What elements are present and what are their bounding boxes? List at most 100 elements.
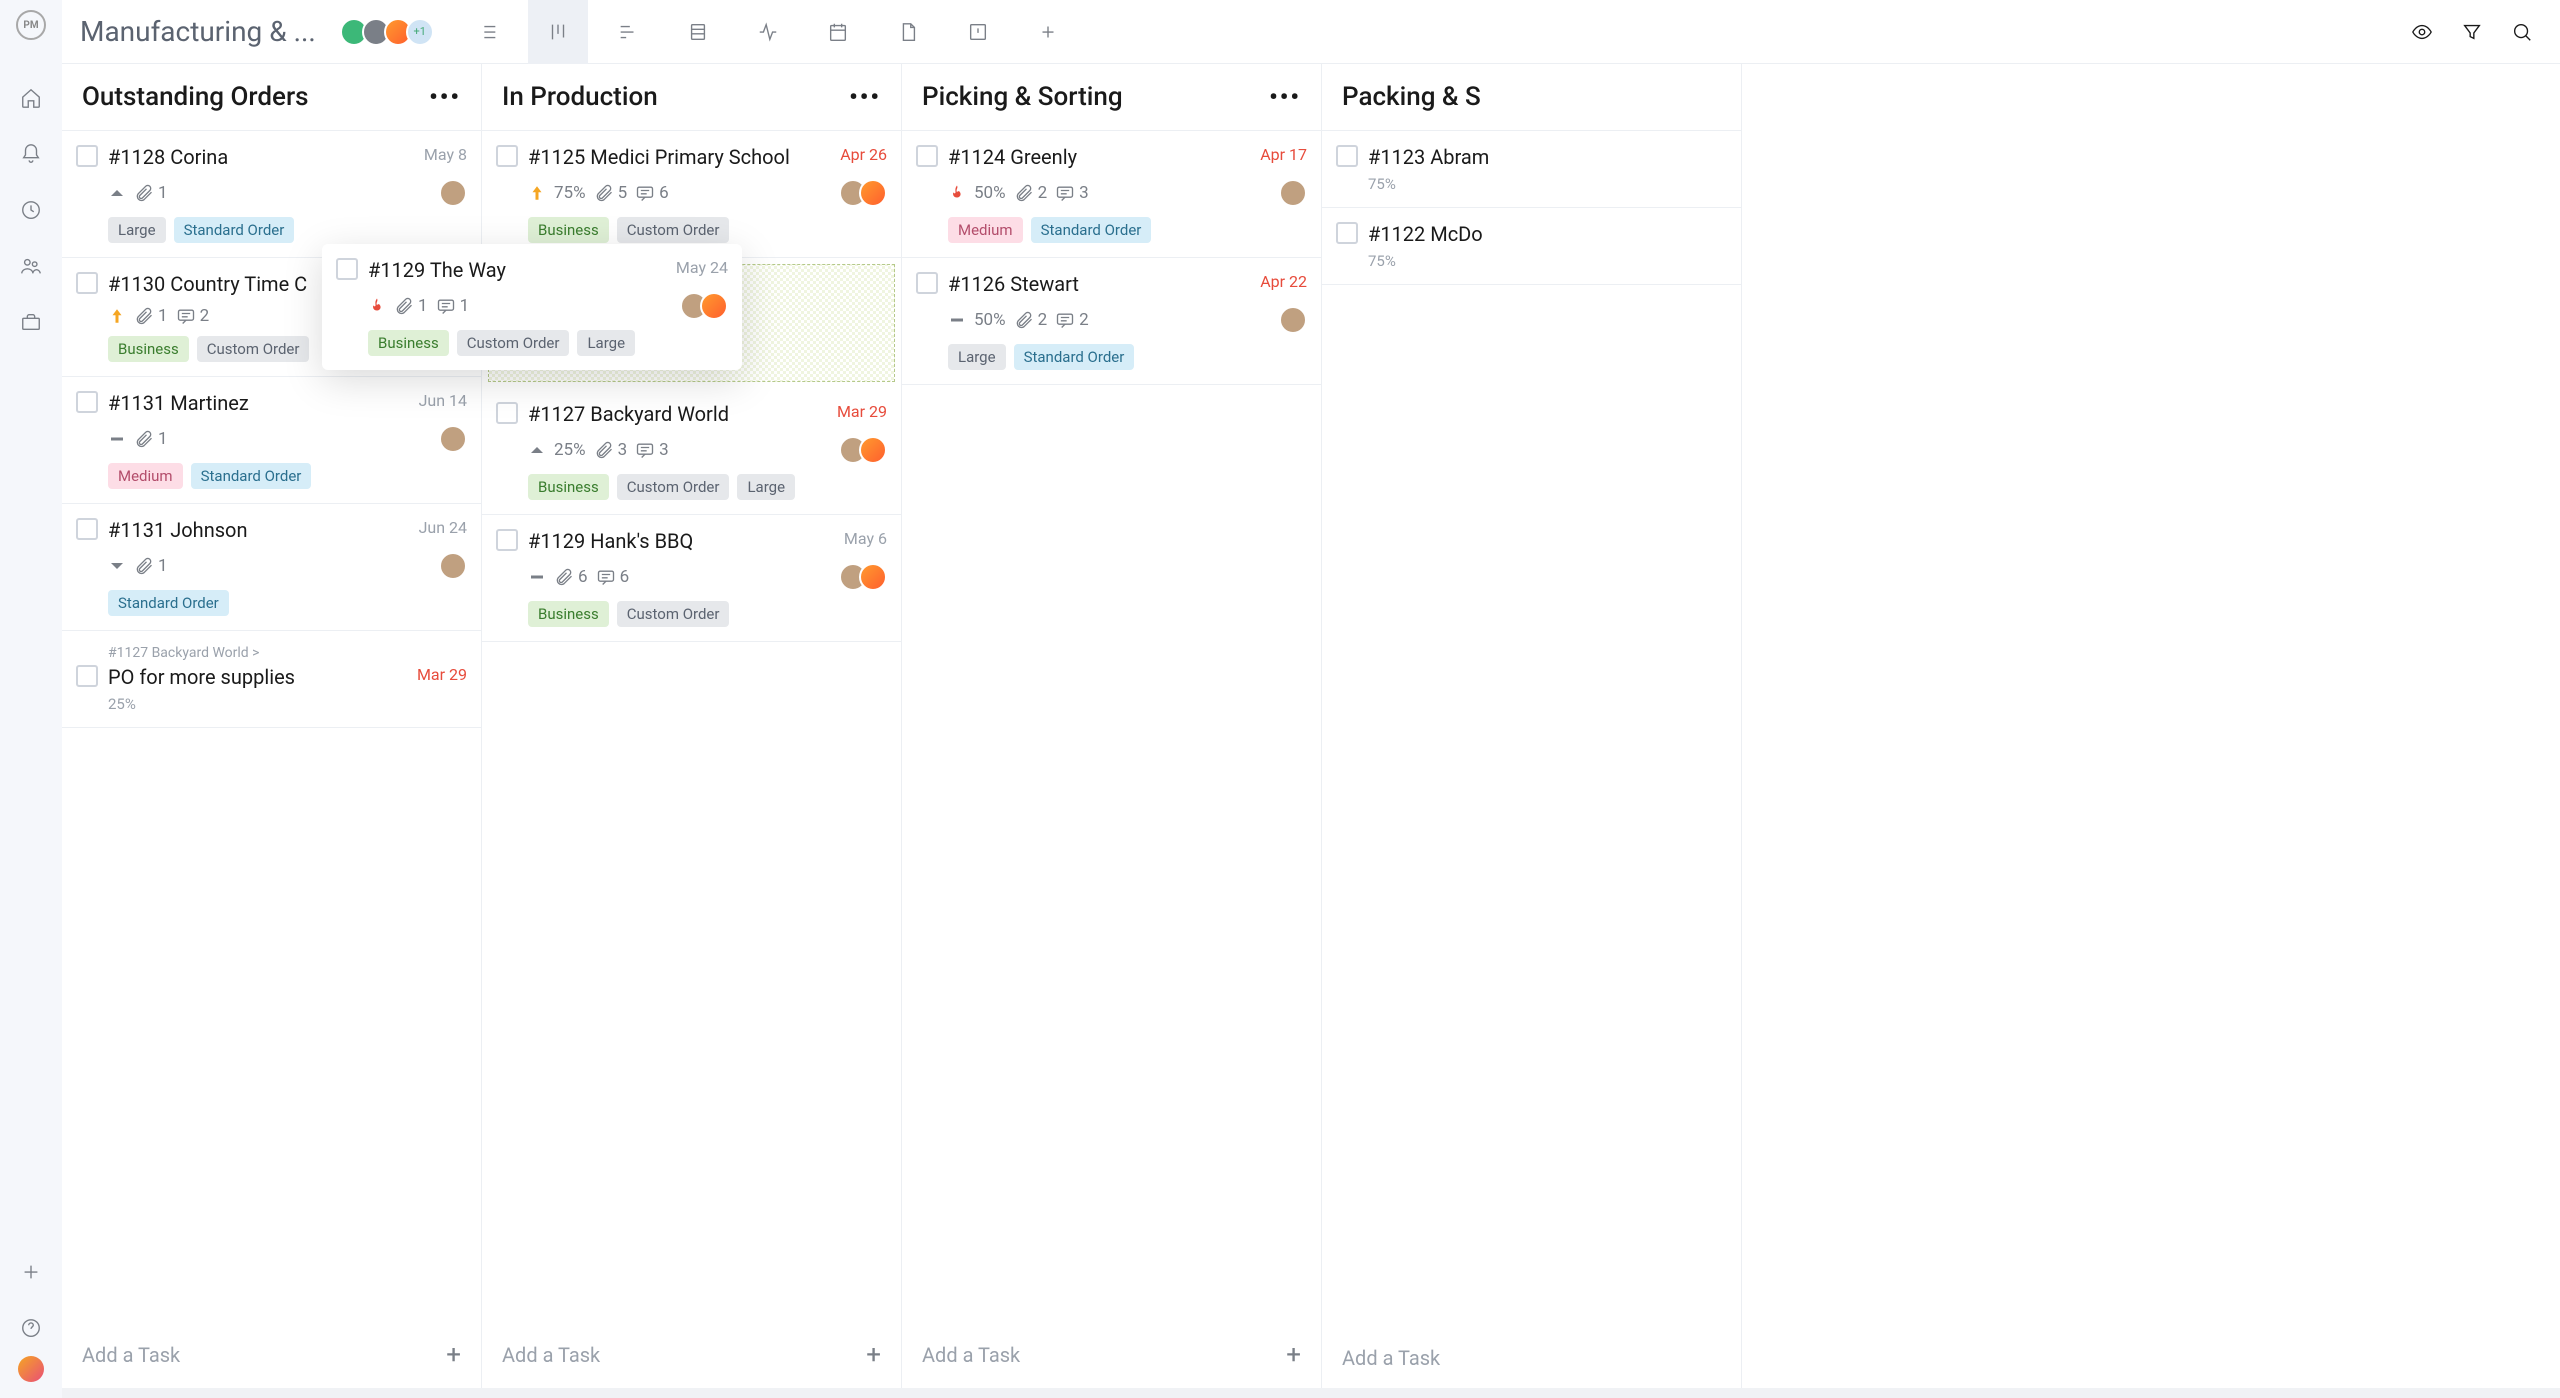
tag[interactable]: Standard Order <box>191 463 312 489</box>
tag[interactable]: Standard Order <box>108 590 229 616</box>
view-calendar-icon[interactable] <box>808 0 868 64</box>
task-card[interactable]: #1124 GreenlyApr 1750%23MediumStandard O… <box>902 131 1321 258</box>
tag[interactable]: Standard Order <box>1014 344 1135 370</box>
task-card[interactable]: #1131 MartinezJun 141MediumStandard Orde… <box>62 377 481 504</box>
task-checkbox[interactable] <box>916 145 938 167</box>
comment-count[interactable]: 2 <box>176 306 210 326</box>
task-checkbox[interactable] <box>336 258 358 280</box>
attachment-count[interactable]: 1 <box>134 556 168 576</box>
task-assignees[interactable] <box>839 436 887 464</box>
visibility-icon[interactable] <box>2402 12 2442 52</box>
add-task-button[interactable]: Add a Task+ <box>902 1322 1321 1388</box>
people-icon[interactable] <box>19 254 43 278</box>
task-card[interactable]: #1123 Abram75% <box>1322 131 1741 208</box>
task-checkbox[interactable] <box>76 145 98 167</box>
attachment-count[interactable]: 1 <box>134 429 168 449</box>
dragging-task-card[interactable]: #1129 The WayMay 2411BusinessCustom Orde… <box>322 244 742 370</box>
comment-count[interactable]: 3 <box>635 440 669 460</box>
tag[interactable]: Custom Order <box>617 474 730 500</box>
task-card[interactable]: #1125 Medici Primary SchoolApr 2675%56Bu… <box>482 131 901 258</box>
attachment-count[interactable]: 1 <box>134 183 168 203</box>
task-checkbox[interactable] <box>916 272 938 294</box>
task-card[interactable]: #1129 Hank's BBQMay 666BusinessCustom Or… <box>482 515 901 642</box>
parent-task-link[interactable]: #1127 Backyard World > <box>108 645 467 661</box>
task-assignees[interactable] <box>439 552 467 580</box>
column-menu-icon[interactable]: ••• <box>429 83 461 111</box>
tag[interactable]: Large <box>948 344 1006 370</box>
bell-icon[interactable] <box>19 142 43 166</box>
task-assignees[interactable] <box>680 292 728 320</box>
attachment-count[interactable]: 2 <box>1014 310 1048 330</box>
task-card[interactable]: #1127 Backyard World >PO for more suppli… <box>62 631 481 728</box>
add-view-icon[interactable] <box>1018 0 1078 64</box>
task-card[interactable]: #1131 JohnsonJun 241Standard Order <box>62 504 481 631</box>
task-assignees[interactable] <box>439 425 467 453</box>
task-checkbox[interactable] <box>76 518 98 540</box>
clock-icon[interactable] <box>19 198 43 222</box>
task-checkbox[interactable] <box>496 402 518 424</box>
tag[interactable]: Custom Order <box>617 601 730 627</box>
comment-count[interactable]: 6 <box>596 567 630 587</box>
attachment-count[interactable]: 1 <box>134 306 168 326</box>
tag[interactable]: Medium <box>948 217 1023 243</box>
tag[interactable]: Large <box>108 217 166 243</box>
attachment-count[interactable]: 3 <box>594 440 628 460</box>
task-assignees[interactable] <box>439 179 467 207</box>
task-assignees[interactable] <box>839 563 887 591</box>
task-assignees[interactable] <box>1279 179 1307 207</box>
task-card[interactable]: #1127 Backyard WorldMar 2925%33BusinessC… <box>482 388 901 515</box>
tag[interactable]: Large <box>737 474 795 500</box>
comment-count[interactable]: 2 <box>1055 310 1089 330</box>
task-checkbox[interactable] <box>76 391 98 413</box>
comment-count[interactable]: 6 <box>635 183 669 203</box>
task-card[interactable]: #1128 CorinaMay 81LargeStandard Order <box>62 131 481 258</box>
brand-logo[interactable]: PM <box>16 10 46 40</box>
attachment-count[interactable]: 5 <box>594 183 628 203</box>
tag[interactable]: Custom Order <box>197 336 310 362</box>
tag[interactable]: Custom Order <box>617 217 730 243</box>
horizontal-scrollbar[interactable] <box>62 1388 2560 1398</box>
tag[interactable]: Business <box>528 474 609 500</box>
task-assignees[interactable] <box>1279 306 1307 334</box>
task-checkbox[interactable] <box>1336 222 1358 244</box>
attachment-count[interactable]: 1 <box>394 296 428 316</box>
attachment-count[interactable]: 2 <box>1014 183 1048 203</box>
task-checkbox[interactable] <box>1336 145 1358 167</box>
task-checkbox[interactable] <box>496 145 518 167</box>
search-icon[interactable] <box>2502 12 2542 52</box>
view-table-icon[interactable] <box>668 0 728 64</box>
task-card[interactable]: #1122 McDo75% <box>1322 208 1741 285</box>
profile-avatar[interactable] <box>18 1356 44 1382</box>
tag[interactable]: Custom Order <box>457 330 570 356</box>
column-menu-icon[interactable]: ••• <box>849 83 881 111</box>
tag[interactable]: Business <box>368 330 449 356</box>
view-gantt-icon[interactable] <box>598 0 658 64</box>
tag[interactable]: Business <box>108 336 189 362</box>
task-checkbox[interactable] <box>76 665 98 687</box>
view-activity-icon[interactable] <box>738 0 798 64</box>
task-checkbox[interactable] <box>76 272 98 294</box>
tag[interactable]: Business <box>528 601 609 627</box>
help-icon[interactable] <box>19 1316 43 1340</box>
add-task-button[interactable]: Add a Task <box>1322 1328 1741 1388</box>
comment-count[interactable]: 3 <box>1055 183 1089 203</box>
task-card[interactable]: #1126 StewartApr 2250%22LargeStandard Or… <box>902 258 1321 385</box>
home-icon[interactable] <box>19 86 43 110</box>
task-assignees[interactable] <box>839 179 887 207</box>
tag[interactable]: Medium <box>108 463 183 489</box>
view-alert-icon[interactable] <box>948 0 1008 64</box>
task-checkbox[interactable] <box>496 529 518 551</box>
view-list-icon[interactable] <box>458 0 518 64</box>
attachment-count[interactable]: 6 <box>554 567 588 587</box>
column-menu-icon[interactable]: ••• <box>1269 83 1301 111</box>
project-title[interactable]: Manufacturing & ... <box>80 15 316 48</box>
filter-icon[interactable] <box>2452 12 2492 52</box>
view-board-icon[interactable] <box>528 0 588 64</box>
tag[interactable]: Standard Order <box>174 217 295 243</box>
tag[interactable]: Business <box>528 217 609 243</box>
add-task-button[interactable]: Add a Task+ <box>482 1322 901 1388</box>
add-task-button[interactable]: Add a Task+ <box>62 1322 481 1388</box>
view-file-icon[interactable] <box>878 0 938 64</box>
project-members[interactable]: +1 <box>340 18 434 46</box>
tag[interactable]: Large <box>577 330 635 356</box>
